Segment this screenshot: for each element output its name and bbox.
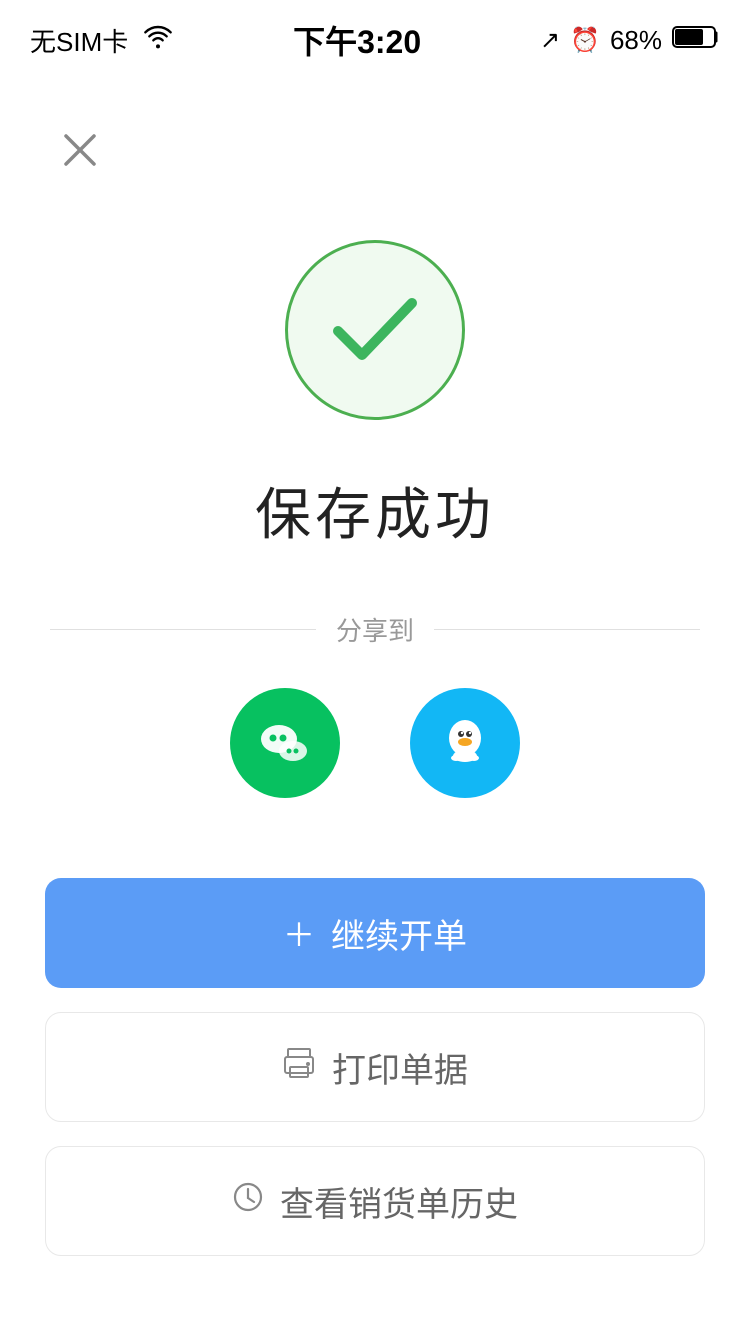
battery-percentage: 68%	[610, 25, 662, 56]
battery-icon	[672, 24, 720, 57]
alarm-icon: ⏰	[570, 26, 600, 55]
qq-share-button[interactable]	[410, 688, 520, 798]
history-button[interactable]: 查看销货单历史	[45, 1146, 705, 1256]
divider-left	[50, 629, 316, 630]
wifi-icon	[142, 25, 174, 56]
share-label: 分享到	[336, 611, 414, 648]
plus-icon: ＋	[283, 910, 315, 956]
clock-icon	[232, 1181, 264, 1221]
success-title: 保存成功	[255, 470, 495, 551]
printer-icon	[282, 1048, 316, 1086]
main-content: 保存成功 分享到	[0, 80, 750, 1316]
carrier-text: 无SIM卡	[30, 22, 128, 59]
share-section: 分享到	[0, 611, 750, 798]
status-right: ↗ ⏰ 68%	[540, 24, 720, 57]
location-icon: ↗	[540, 26, 560, 55]
close-button[interactable]	[50, 120, 110, 180]
status-bar: 无SIM卡 下午3:20 ↗ ⏰ 68%	[0, 0, 750, 80]
actions-section: ＋ 继续开单 打印单据	[45, 878, 705, 1256]
continue-label: 继续开单	[331, 909, 467, 958]
time-display: 下午3:20	[293, 17, 421, 63]
success-icon	[285, 240, 465, 420]
wechat-share-button[interactable]	[230, 688, 340, 798]
close-button-row	[0, 100, 750, 200]
print-label: 打印单据	[332, 1043, 468, 1092]
share-divider-row: 分享到	[50, 611, 700, 648]
continue-button[interactable]: ＋ 继续开单	[45, 878, 705, 988]
print-button[interactable]: 打印单据	[45, 1012, 705, 1122]
history-label: 查看销货单历史	[280, 1177, 518, 1226]
share-icons-row	[230, 688, 520, 798]
status-left: 无SIM卡	[30, 22, 174, 59]
divider-right	[434, 629, 700, 630]
